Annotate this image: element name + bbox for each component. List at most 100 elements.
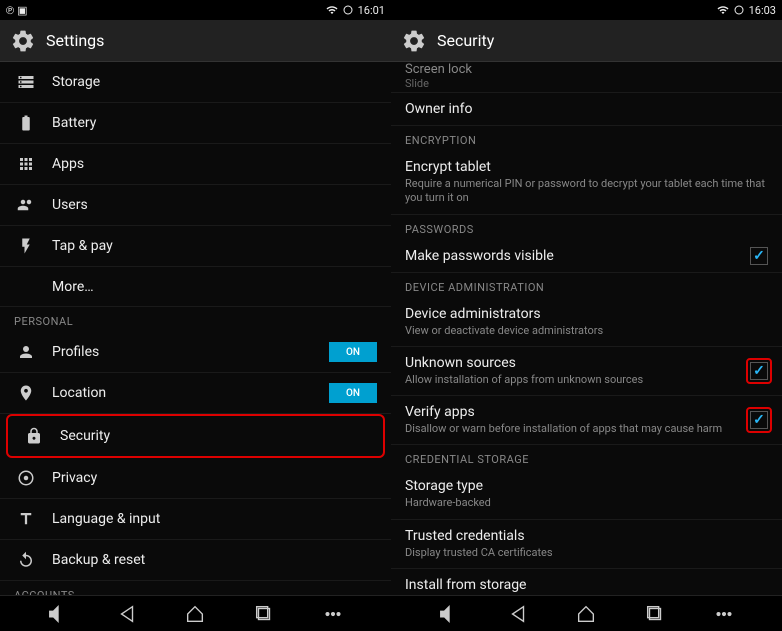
setting-subtitle: Disallow or warn before installation of … [405,422,768,436]
checkbox[interactable] [750,247,768,265]
section-personal: PERSONAL [0,307,391,332]
screen-lock-row[interactable]: Screen lock Slide [391,62,782,92]
item-label: Location [52,385,106,401]
setting-subtitle: Display trusted CA certificates [405,546,768,560]
wifi-icon [717,4,729,16]
battery-icon [17,114,35,132]
checkbox[interactable] [750,362,768,380]
storage-type-row[interactable]: Storage type Hardware-backed [391,470,782,519]
settings-item-privacy[interactable]: Privacy [0,458,391,499]
settings-item-more[interactable]: More… [0,267,391,307]
status-bar: 16:03 [391,0,782,20]
setting-title: Make passwords visible [405,248,768,264]
settings-item-language[interactable]: Language & input [0,499,391,540]
settings-item-profiles[interactable]: Profiles ON [0,332,391,373]
item-label: Security [60,428,110,444]
setting-subtitle: Require a numerical PIN or password to d… [405,177,768,206]
section-credential-storage: CREDENTIAL STORAGE [391,445,782,470]
left-screenshot: ℗ ▣ 16:01 Settings Storage Battery Apps … [0,0,391,631]
trusted-credentials-row[interactable]: Trusted credentialsDisplay trusted CA ce… [391,520,782,569]
setting-title: Encrypt tablet [405,159,768,175]
passwords-visible-row[interactable]: Make passwords visible [391,240,782,273]
settings-list[interactable]: Storage Battery Apps Users Tap & pay Mor… [0,62,391,595]
nav-menu-icon[interactable] [713,603,735,625]
install-storage-row[interactable]: Install from storageInstall certificates… [391,569,782,595]
section-encryption: ENCRYPTION [391,126,782,151]
nav-home-icon[interactable] [575,603,597,625]
settings-item-battery[interactable]: Battery [0,103,391,144]
item-label: Privacy [52,470,97,486]
tap-icon [17,237,35,255]
nav-volume-icon[interactable] [47,603,69,625]
location-icon [17,384,35,402]
settings-item-backup[interactable]: Backup & reset [0,540,391,581]
settings-item-users[interactable]: Users [0,185,391,226]
setting-title: Device administrators [405,306,768,322]
checkbox[interactable] [750,411,768,429]
item-label: Battery [52,115,96,131]
security-list[interactable]: Screen lock Slide Owner info ENCRYPTION … [391,62,782,595]
setting-title: Owner info [405,101,768,117]
nav-bar [0,595,391,631]
gear-icon [10,28,36,54]
users-icon [17,196,35,214]
setting-subtitle: Slide [405,77,768,90]
ring-icon [733,4,745,16]
setting-subtitle: Hardware-backed [405,496,768,510]
nav-recent-icon[interactable] [253,603,275,625]
toggle-on[interactable]: ON [329,383,377,403]
privacy-icon [17,469,35,487]
nav-bar [391,595,782,631]
toggle-on[interactable]: ON [329,342,377,362]
nav-menu-icon[interactable] [322,603,344,625]
status-bar: ℗ ▣ 16:01 [0,0,391,20]
nav-back-icon[interactable] [116,603,138,625]
app-header: Settings [0,20,391,62]
item-label: Language & input [52,511,160,527]
setting-subtitle: Allow installation of apps from unknown … [405,373,768,387]
apps-icon [17,155,35,173]
setting-title: Unknown sources [405,355,768,371]
storage-icon [17,73,35,91]
setting-title: Storage type [405,478,768,494]
settings-item-storage[interactable]: Storage [0,62,391,103]
settings-item-apps[interactable]: Apps [0,144,391,185]
clock-text: 16:03 [749,4,776,17]
setting-subtitle: View or deactivate device administrators [405,324,768,338]
nav-volume-icon[interactable] [438,603,460,625]
owner-info-row[interactable]: Owner info [391,93,782,126]
gear-icon[interactable] [401,28,427,54]
wifi-icon [326,4,338,16]
lock-icon [25,427,43,445]
page-title: Settings [46,31,104,50]
setting-title: Install from storage [405,577,768,593]
item-label: Tap & pay [52,238,113,254]
setting-title: Screen lock [405,62,768,77]
item-label: Backup & reset [52,552,145,568]
section-device-admin: DEVICE ADMINISTRATION [391,273,782,298]
right-screenshot: 16:03 Security Screen lock Slide Owner i… [391,0,782,631]
settings-item-location[interactable]: Location ON [0,373,391,414]
unknown-sources-row[interactable]: Unknown sources Allow installation of app… [391,347,782,396]
camera-icon: ▣ [17,4,27,17]
backup-icon [17,551,35,569]
nav-home-icon[interactable] [184,603,206,625]
app-header: Security [391,20,782,62]
encrypt-tablet-row[interactable]: Encrypt tablet Require a numerical PIN or… [391,151,782,215]
item-label: Users [52,197,88,213]
pinterest-icon: ℗ [6,4,14,17]
ring-icon [342,4,354,16]
page-title: Security [437,31,494,50]
item-label: More… [52,279,94,295]
settings-item-security[interactable]: Security [6,414,385,458]
nav-recent-icon[interactable] [644,603,666,625]
clock-text: 16:01 [358,4,385,17]
nav-back-icon[interactable] [507,603,529,625]
settings-item-tap-pay[interactable]: Tap & pay [0,226,391,267]
device-admins-row[interactable]: Device administrators View or deactivate … [391,298,782,347]
item-label: Profiles [52,344,99,360]
verify-apps-row[interactable]: Verify appsDisallow or warn before insta… [391,396,782,445]
section-accounts: ACCOUNTS [0,581,391,595]
item-label: Apps [52,156,84,172]
item-label: Storage [52,74,100,90]
